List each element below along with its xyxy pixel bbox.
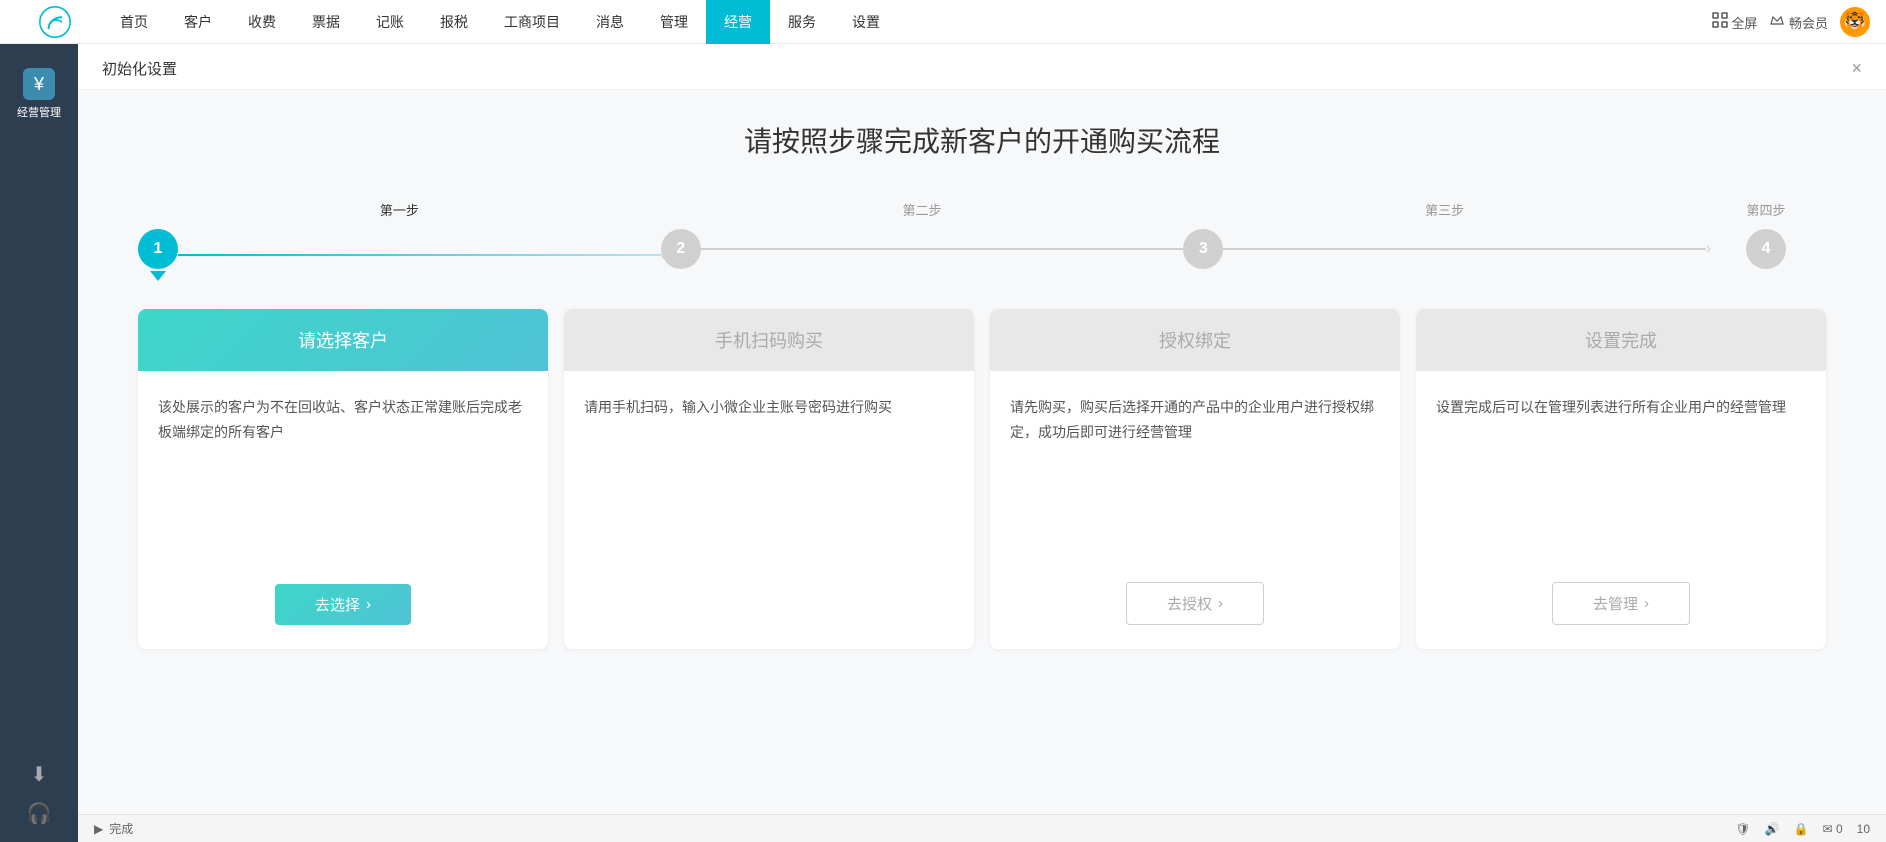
app-logo bbox=[16, 6, 94, 38]
nav-service[interactable]: 服务 bbox=[770, 0, 834, 44]
nav-manage[interactable]: 管理 bbox=[642, 0, 706, 44]
step-1-pointer bbox=[150, 271, 166, 281]
card-3-btn-label: 去授权 bbox=[1167, 593, 1212, 614]
main-heading: 请按照步骤完成新客户的开通购买流程 bbox=[138, 120, 1826, 160]
card-2: 手机扫码购买 请用手机扫码，输入小微企业主账号密码进行购买 bbox=[564, 309, 974, 649]
card-3-header: 授权绑定 bbox=[990, 309, 1400, 371]
page-title: 初始化设置 bbox=[102, 58, 177, 79]
card-4-btn-label: 去管理 bbox=[1593, 593, 1638, 614]
cards-row: 请选择客户 该处展示的客户为不在回收站、客户状态正常建账后完成老板端绑定的所有客… bbox=[138, 309, 1826, 649]
play-icon: ▶ bbox=[94, 822, 103, 836]
sidebar-item-label: 经营管理 bbox=[17, 104, 61, 120]
step-2-circle: 2 bbox=[661, 229, 701, 269]
nav-ticket[interactable]: 票据 bbox=[294, 0, 358, 44]
sidebar-item-operation[interactable]: ¥ 经营管理 bbox=[0, 54, 78, 134]
card-4: 设置完成 设置完成后可以在管理列表进行所有企业用户的经营管理 去管理 › bbox=[1416, 309, 1826, 649]
card-1-header: 请选择客户 bbox=[138, 309, 548, 371]
card-3-footer: 去授权 › bbox=[990, 566, 1400, 649]
card-4-btn-arrow: › bbox=[1644, 595, 1649, 612]
layout: ¥ 经营管理 ⬇ 🎧 初始化设置 × 请按照步骤完成新客户的开通购买流程 第一步 bbox=[0, 44, 1886, 842]
card-4-btn[interactable]: 去管理 › bbox=[1552, 582, 1690, 625]
shield-icon: 🛡 bbox=[1735, 822, 1750, 836]
card-1-btn-arrow: › bbox=[366, 596, 371, 613]
nav-operation[interactable]: 经营 bbox=[706, 0, 770, 44]
card-3-btn[interactable]: 去授权 › bbox=[1126, 582, 1264, 625]
close-button[interactable]: × bbox=[1851, 58, 1862, 79]
step-1-line: › bbox=[178, 254, 661, 256]
status-text: 完成 bbox=[109, 820, 133, 837]
status-right: 🛡 🔊 🔒 ✉ 0 10 bbox=[1735, 822, 1870, 836]
card-1: 请选择客户 该处展示的客户为不在回收站、客户状态正常建账后完成老板端绑定的所有客… bbox=[138, 309, 548, 649]
user-avatar[interactable]: 🐯 bbox=[1840, 7, 1870, 37]
sidebar: ¥ 经营管理 ⬇ 🎧 bbox=[0, 44, 78, 842]
card-1-body: 该处展示的客户为不在回收站、客户状态正常建账后完成老板端绑定的所有客户 bbox=[138, 371, 548, 568]
sound-icon: 🔊 bbox=[1765, 822, 1780, 836]
vip-label: 畅会员 bbox=[1789, 16, 1828, 31]
page-header: 初始化设置 × bbox=[78, 44, 1886, 90]
card-2-footer bbox=[564, 609, 974, 649]
lock-icon: 🔒 bbox=[1794, 822, 1809, 836]
fullscreen-btn[interactable]: 全屏 bbox=[1712, 12, 1758, 32]
nav-settings[interactable]: 设置 bbox=[834, 0, 898, 44]
step-4-label: 第四步 bbox=[1747, 200, 1786, 219]
nav-right: 全屏 畅会员 🐯 bbox=[1712, 7, 1870, 37]
card-3-body: 请先购买，购买后选择开通的产品中的企业用户进行授权绑定，成功后即可进行经营管理 bbox=[990, 371, 1400, 566]
nav-home[interactable]: 首页 bbox=[102, 0, 166, 44]
step-4-wrapper: 第四步 4 bbox=[1706, 200, 1826, 269]
step-1-circle: 1 bbox=[138, 229, 178, 269]
fullscreen-label: 全屏 bbox=[1731, 16, 1757, 31]
card-1-footer: 去选择 › bbox=[138, 568, 548, 649]
main-content: 初始化设置 × 请按照步骤完成新客户的开通购买流程 第一步 1 › bbox=[78, 44, 1886, 842]
step-4-circle: 4 bbox=[1746, 229, 1786, 269]
card-4-header: 设置完成 bbox=[1416, 309, 1826, 371]
operation-icon: ¥ bbox=[23, 68, 55, 100]
headset-icon[interactable]: 🎧 bbox=[27, 801, 52, 826]
card-4-body: 设置完成后可以在管理列表进行所有企业用户的经营管理 bbox=[1416, 371, 1826, 566]
step-1-label: 第一步 bbox=[380, 200, 419, 219]
nav-message[interactable]: 消息 bbox=[578, 0, 642, 44]
step-2-wrapper: 第二步 2 › bbox=[661, 200, 1184, 269]
step-2-line: › bbox=[701, 248, 1184, 250]
step-3-circle: 3 bbox=[1183, 229, 1223, 269]
time-display: 10 bbox=[1857, 822, 1870, 836]
content-area: 请按照步骤完成新客户的开通购买流程 第一步 1 › bbox=[78, 90, 1886, 814]
steps-row: 第一步 1 › 第二步 bbox=[138, 200, 1826, 281]
msg-icon: ✉ 0 bbox=[1823, 822, 1843, 836]
step-3-label: 第三步 bbox=[1425, 200, 1464, 219]
nav-bookkeeping[interactable]: 记账 bbox=[358, 0, 422, 44]
vip-btn[interactable]: 畅会员 bbox=[1769, 12, 1828, 32]
nav-customer[interactable]: 客户 bbox=[166, 0, 230, 44]
card-3: 授权绑定 请先购买，购买后选择开通的产品中的企业用户进行授权绑定，成功后即可进行… bbox=[990, 309, 1400, 649]
nav-business[interactable]: 工商项目 bbox=[486, 0, 578, 44]
sidebar-bottom: ⬇ 🎧 bbox=[27, 762, 52, 842]
status-bar: ▶ 完成 🛡 🔊 🔒 ✉ 0 10 bbox=[78, 814, 1886, 842]
card-1-btn-label: 去选择 bbox=[315, 594, 360, 615]
step-3-wrapper: 第三步 3 › bbox=[1183, 200, 1706, 269]
nav-tax[interactable]: 报税 bbox=[422, 0, 486, 44]
top-nav: 首页 客户 收费 票据 记账 报税 工商项目 消息 管理 经营 服务 设置 全屏… bbox=[0, 0, 1886, 44]
card-4-footer: 去管理 › bbox=[1416, 566, 1826, 649]
step-2-label: 第二步 bbox=[903, 200, 942, 219]
card-1-btn[interactable]: 去选择 › bbox=[275, 584, 411, 625]
card-3-btn-arrow: › bbox=[1218, 595, 1223, 612]
nav-fee[interactable]: 收费 bbox=[230, 0, 294, 44]
step-1-wrapper: 第一步 1 › bbox=[138, 200, 661, 281]
status-left: ▶ 完成 bbox=[94, 820, 133, 837]
step-3-line: › bbox=[1223, 248, 1706, 250]
card-2-header: 手机扫码购买 bbox=[564, 309, 974, 371]
card-2-body: 请用手机扫码，输入小微企业主账号密码进行购买 bbox=[564, 371, 974, 609]
download-icon[interactable]: ⬇ bbox=[31, 762, 48, 787]
